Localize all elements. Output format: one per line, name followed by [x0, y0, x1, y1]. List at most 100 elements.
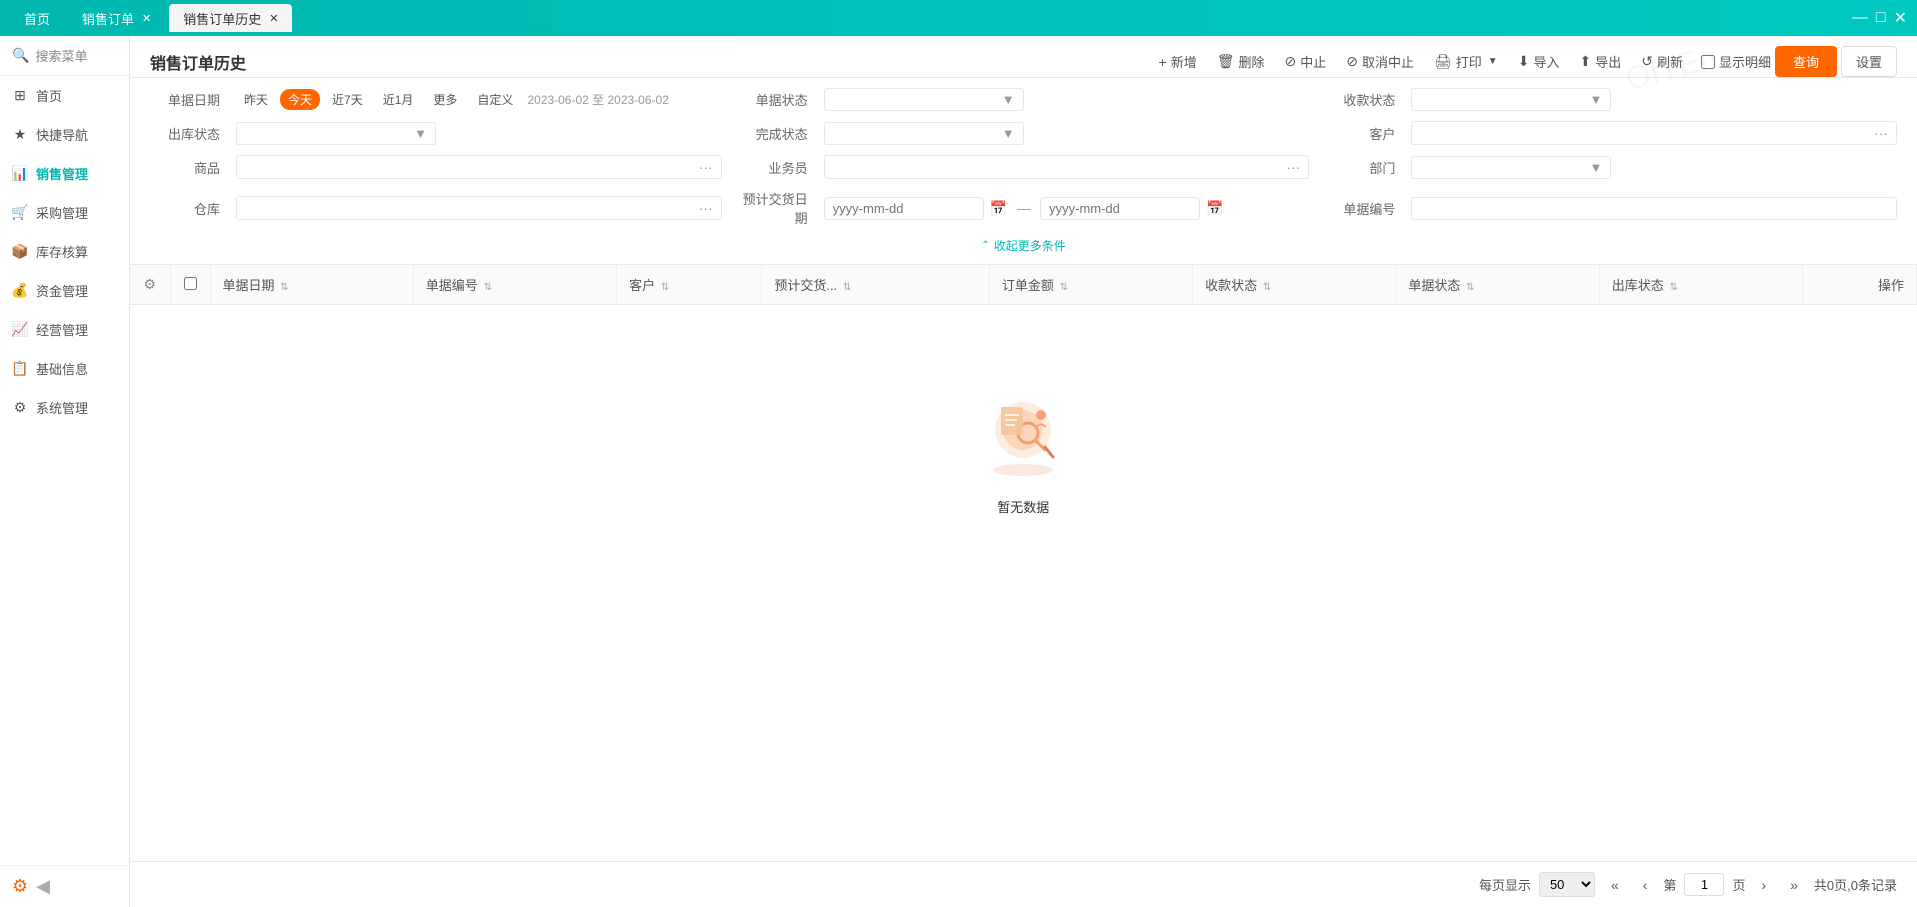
- complete-status-select[interactable]: ▼: [824, 122, 1024, 145]
- shortcut-today[interactable]: 今天: [280, 89, 320, 110]
- date-label: 单据日期: [150, 90, 220, 109]
- last-page-button[interactable]: »: [1782, 874, 1806, 896]
- sidebar-search-label: 搜索菜单: [35, 46, 87, 65]
- print-arrow-icon: ▼: [1488, 56, 1498, 67]
- import-button[interactable]: ⬇ 导入: [1510, 48, 1568, 75]
- top-bar: 首页 销售订单 ✕ 销售订单历史 ✕ — □ ✕: [0, 0, 1917, 36]
- sort-pay-status-icon[interactable]: ⇅: [1263, 282, 1271, 293]
- bill-status-control[interactable]: ▼: [824, 88, 1310, 111]
- expected-date-from[interactable]: [824, 197, 984, 220]
- shortcut-more[interactable]: 更多: [425, 89, 465, 110]
- th-date: 单据日期 ⇅: [210, 265, 413, 305]
- first-page-button[interactable]: «: [1603, 874, 1627, 896]
- sidebar-item-home[interactable]: ⊞ 首页: [0, 76, 129, 115]
- pay-status-select[interactable]: ▼: [1411, 88, 1611, 111]
- sidebar-item-operation-label: 经营管理: [36, 320, 88, 339]
- dept-control[interactable]: ▼: [1411, 156, 1897, 179]
- sidebar-item-purchase[interactable]: 🛒 采购管理: [0, 193, 129, 232]
- bill-no-input[interactable]: [1411, 197, 1897, 220]
- stop-button[interactable]: ⊘ 中止: [1277, 48, 1335, 75]
- sort-date-icon[interactable]: ⇅: [280, 282, 288, 293]
- add-label: 新增: [1171, 52, 1197, 71]
- tab-sales-history-close[interactable]: ✕: [269, 12, 278, 25]
- tab-sales-order-label: 销售订单: [82, 9, 134, 28]
- sidebar-collapse-icon[interactable]: ◀: [36, 876, 50, 897]
- th-amount-label: 订单金额: [1002, 278, 1054, 293]
- warehouse-input-area[interactable]: ···: [236, 196, 722, 220]
- product-dots[interactable]: ···: [699, 159, 713, 175]
- tab-sales-history[interactable]: 销售订单历史 ✕: [169, 4, 292, 32]
- page-size-select[interactable]: 50 10 20 100: [1539, 872, 1595, 897]
- salesperson-input-area[interactable]: ···: [824, 155, 1310, 179]
- select-all-checkbox[interactable]: [184, 277, 197, 290]
- product-input-area[interactable]: ···: [236, 155, 722, 179]
- sort-amount-icon[interactable]: ⇅: [1059, 282, 1067, 293]
- sort-expected-icon[interactable]: ⇅: [843, 282, 851, 293]
- salesperson-dots[interactable]: ···: [1286, 159, 1300, 175]
- table-header-row: ⚙ 单据日期 ⇅ 单据编号 ⇅: [130, 265, 1917, 305]
- print-button[interactable]: 🖨 打印 ▼: [1426, 48, 1506, 75]
- pay-status-control[interactable]: ▼: [1411, 88, 1897, 111]
- customer-input-area[interactable]: ···: [1411, 121, 1897, 145]
- tab-sales-history-label: 销售订单历史: [183, 9, 261, 28]
- prev-page-button[interactable]: ‹: [1635, 874, 1656, 896]
- complete-status-control[interactable]: ▼: [824, 122, 1310, 145]
- refresh-icon: ↺: [1641, 53, 1653, 70]
- shortcut-custom[interactable]: 自定义: [469, 89, 521, 110]
- dept-label: 部门: [1325, 158, 1395, 177]
- setting-button[interactable]: 设置: [1841, 46, 1897, 77]
- filter-row-3: 商品 ··· 业务员 ··· 部门 ▼: [150, 155, 1897, 179]
- table-settings-icon[interactable]: ⚙: [143, 276, 156, 292]
- expected-date-to[interactable]: [1040, 197, 1200, 220]
- sidebar-search[interactable]: 🔍 搜索菜单: [0, 36, 129, 76]
- sidebar-item-sales[interactable]: 📊 销售管理: [0, 154, 129, 193]
- refresh-button[interactable]: ↺ 刷新: [1633, 48, 1691, 75]
- add-button[interactable]: + 新增: [1151, 48, 1205, 75]
- next-page-button[interactable]: ›: [1753, 874, 1774, 896]
- cancel-stop-icon: ⊘: [1346, 53, 1358, 70]
- shortcut-1month[interactable]: 近1月: [375, 89, 422, 110]
- show-detail-checkbox[interactable]: [1701, 55, 1715, 69]
- data-table: ⚙ 单据日期 ⇅ 单据编号 ⇅: [130, 265, 1917, 596]
- tab-sales-order-close[interactable]: ✕: [142, 12, 151, 25]
- sidebar-item-operation[interactable]: 📈 经营管理: [0, 310, 129, 349]
- sidebar-item-base[interactable]: 📋 基础信息: [0, 349, 129, 388]
- print-label: 打印: [1456, 52, 1482, 71]
- query-button[interactable]: 查询: [1775, 46, 1837, 77]
- window-close-icon[interactable]: ✕: [1894, 8, 1907, 28]
- tab-home[interactable]: 首页: [10, 4, 64, 32]
- th-amount: 订单金额 ⇅: [989, 265, 1192, 305]
- calendar-from-icon[interactable]: 📅: [990, 200, 1007, 217]
- export-button[interactable]: ⬆ 导出: [1571, 48, 1629, 75]
- bill-status-select[interactable]: ▼: [824, 88, 1024, 111]
- show-detail-toggle[interactable]: 显示明细: [1701, 52, 1771, 71]
- page-input[interactable]: [1684, 873, 1724, 896]
- sidebar-item-finance[interactable]: 💰 资金管理: [0, 271, 129, 310]
- tab-sales-order[interactable]: 销售订单 ✕: [68, 4, 165, 32]
- out-status-control[interactable]: ▼: [236, 122, 722, 145]
- dept-select[interactable]: ▼: [1411, 156, 1611, 179]
- th-checkbox: [170, 265, 210, 305]
- calendar-to-icon[interactable]: 📅: [1206, 200, 1223, 217]
- out-status-select[interactable]: ▼: [236, 122, 436, 145]
- delete-button[interactable]: 🗑 删除: [1209, 48, 1273, 75]
- warehouse-dots[interactable]: ···: [699, 200, 713, 216]
- collapse-bar[interactable]: ⌃ 收起更多条件: [150, 237, 1897, 254]
- customer-dots[interactable]: ···: [1874, 125, 1888, 141]
- sort-no-icon[interactable]: ⇅: [483, 282, 491, 293]
- sidebar-item-quicknav[interactable]: ★ 快捷导航: [0, 115, 129, 154]
- sort-bill-status-icon[interactable]: ⇅: [1466, 282, 1474, 293]
- export-icon: ⬆: [1579, 53, 1591, 70]
- sort-customer-icon[interactable]: ⇅: [661, 282, 669, 293]
- sort-out-status-icon[interactable]: ⇅: [1669, 282, 1677, 293]
- sidebar-item-system[interactable]: ⚙ 系统管理: [0, 388, 129, 427]
- bill-no-label: 单据编号: [1325, 199, 1395, 218]
- sidebar-settings-icon[interactable]: ⚙: [12, 876, 28, 897]
- window-minimize-icon[interactable]: —: [1852, 9, 1868, 27]
- window-maximize-icon[interactable]: □: [1876, 9, 1886, 27]
- sidebar-item-inventory[interactable]: 📦 库存核算: [0, 232, 129, 271]
- cancel-stop-button[interactable]: ⊘ 取消中止: [1338, 48, 1422, 75]
- shortcut-7days[interactable]: 近7天: [324, 89, 371, 110]
- shortcut-yesterday[interactable]: 昨天: [236, 89, 276, 110]
- sales-icon: 📊: [12, 166, 28, 182]
